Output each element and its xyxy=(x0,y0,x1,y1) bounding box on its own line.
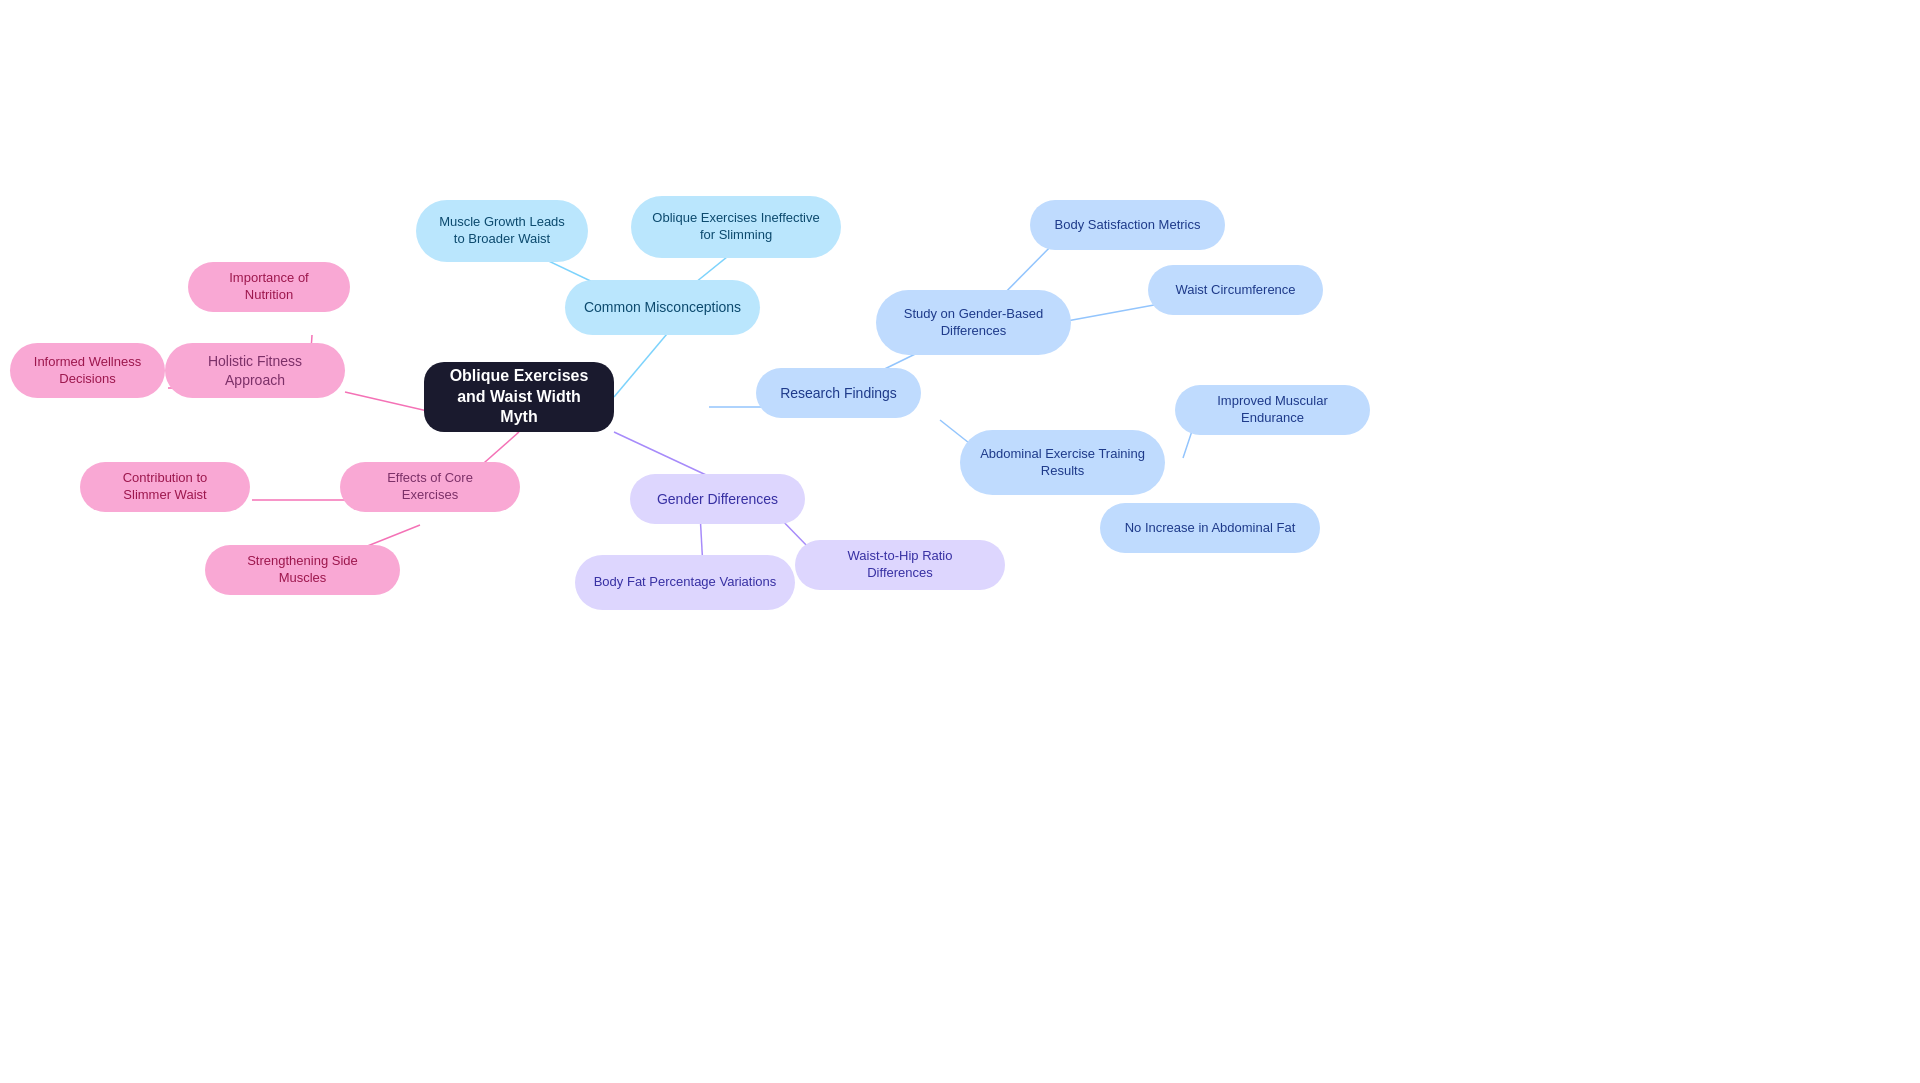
no-increase-node[interactable]: No Increase in Abdominal Fat xyxy=(1100,503,1320,553)
abdominal-training-node[interactable]: Abdominal Exercise Training Results xyxy=(960,430,1165,495)
effects-core-node[interactable]: Effects of Core Exercises xyxy=(340,462,520,512)
strengthening-node[interactable]: Strengthening Side Muscles xyxy=(205,545,400,595)
waist-hip-node[interactable]: Waist-to-Hip Ratio Differences xyxy=(795,540,1005,590)
contribution-waist-node[interactable]: Contribution to Slimmer Waist xyxy=(80,462,250,512)
body-fat-node[interactable]: Body Fat Percentage Variations xyxy=(575,555,795,610)
study-gender-node[interactable]: Study on Gender-Based Differences xyxy=(876,290,1071,355)
oblique-ineffective-node[interactable]: Oblique Exercises Ineffective for Slimmi… xyxy=(631,196,841,258)
holistic-fitness-node[interactable]: Holistic Fitness Approach xyxy=(165,343,345,398)
research-findings-node[interactable]: Research Findings xyxy=(756,368,921,418)
center-node[interactable]: Oblique Exercises and Waist Width Myth xyxy=(424,362,614,432)
gender-differences-node[interactable]: Gender Differences xyxy=(630,474,805,524)
informed-wellness-node[interactable]: Informed Wellness Decisions xyxy=(10,343,165,398)
importance-nutrition-node[interactable]: Importance of Nutrition xyxy=(188,262,350,312)
muscle-growth-node[interactable]: Muscle Growth Leads to Broader Waist xyxy=(416,200,588,262)
body-satisfaction-node[interactable]: Body Satisfaction Metrics xyxy=(1030,200,1225,250)
common-misconceptions-node[interactable]: Common Misconceptions xyxy=(565,280,760,335)
improved-endurance-node[interactable]: Improved Muscular Endurance xyxy=(1175,385,1370,435)
waist-circumference-node[interactable]: Waist Circumference xyxy=(1148,265,1323,315)
